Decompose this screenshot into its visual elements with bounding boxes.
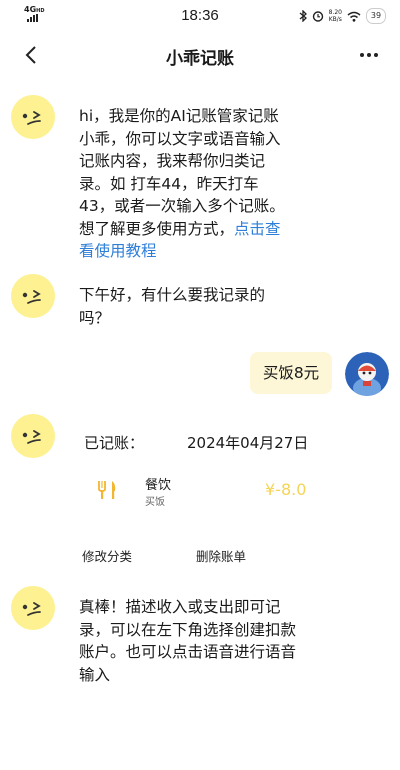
bot-avatar <box>11 274 55 318</box>
nav-bar: 小乖记账 <box>0 32 400 78</box>
status-bar: 4GHD 18:36 8.20 KB/s 39 <box>0 0 400 32</box>
recorded-label: 已记账： <box>84 434 145 452</box>
bot-avatar <box>11 586 55 630</box>
network-speed: 8.20 KB/s <box>328 9 342 23</box>
fork-knife-icon <box>98 481 116 499</box>
bot-message-praise: 真棒！描述收入或支出即可记 录，可以在左下角选择创建扣款 账户。也可以点击语音进… <box>79 598 297 684</box>
alarm-icon <box>312 11 323 22</box>
delete-bill-button[interactable]: 删除账单 <box>196 546 246 565</box>
bot-message-greeting: 下午好，有什么要我记录的 吗？ <box>79 286 266 327</box>
bot-message-intro: hi，我是你的AI记账管家记账 小乖，你可以文字或语音输入 记账内容，我来帮你归… <box>79 107 285 260</box>
wifi-icon <box>347 11 361 22</box>
record-date: 2024年04月27日 <box>187 434 309 452</box>
edit-category-button[interactable]: 修改分类 <box>82 546 132 565</box>
tutorial-link-cont[interactable]: 看使用教程 <box>79 242 157 260</box>
record-amount: ¥-8.0 <box>265 480 307 499</box>
bluetooth-icon <box>299 10 307 22</box>
user-avatar[interactable] <box>345 352 389 396</box>
bot-avatar <box>11 414 55 458</box>
record-note: 买饭 <box>145 497 165 508</box>
bot-avatar <box>11 95 55 139</box>
user-message-bubble: 买饭8元 <box>250 352 332 394</box>
tutorial-link[interactable]: 点击查 <box>234 220 281 238</box>
page-title: 小乖记账 <box>166 49 234 69</box>
battery-indicator: 39 <box>366 8 386 24</box>
more-options-icon[interactable] <box>356 42 382 68</box>
category-name: 餐饮 <box>145 478 172 493</box>
